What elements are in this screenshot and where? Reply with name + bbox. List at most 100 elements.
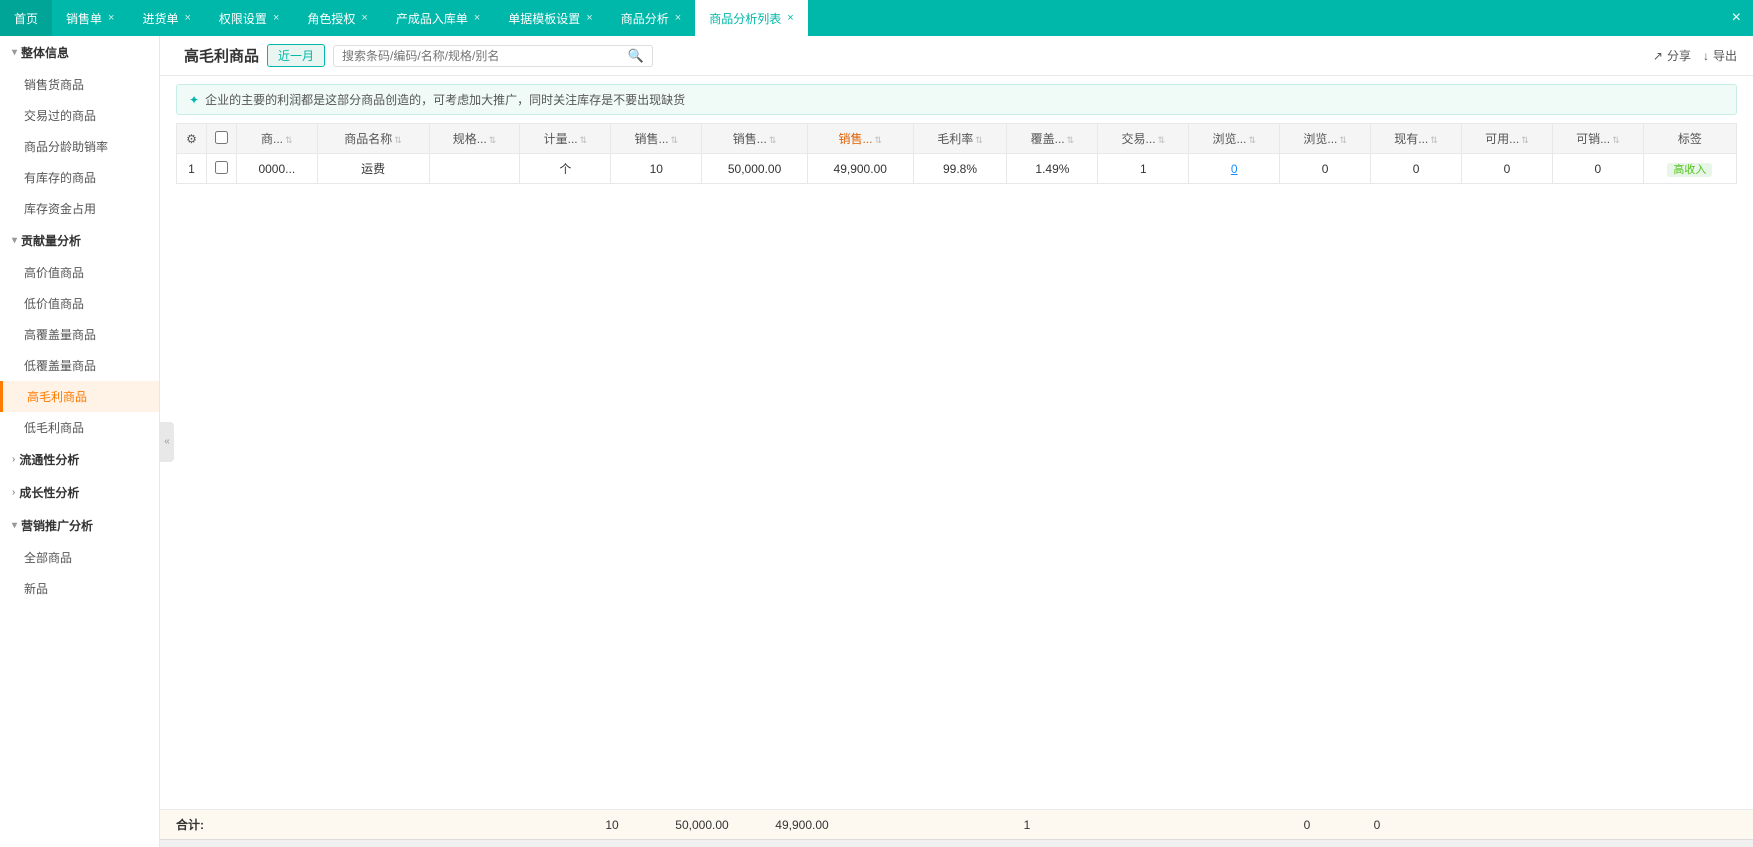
row-sales-profit: 49,900.00 bbox=[807, 154, 913, 184]
col-current-stock[interactable]: 现有...⇅ bbox=[1371, 124, 1462, 154]
footer-transaction: 1 bbox=[992, 818, 1062, 832]
sidebar-item-all-goods[interactable]: 全部商品 bbox=[0, 542, 159, 573]
sidebar-item-sales-goods[interactable]: 销售货商品 bbox=[0, 69, 159, 100]
footer-sales-profit: 49,900.00 bbox=[752, 818, 852, 832]
nav-sales-close[interactable]: × bbox=[108, 12, 114, 24]
info-text: 企业的主要的利润都是这部分商品创造的，可考虑加大推广，同时关注库存是不要出现缺货 bbox=[205, 91, 685, 108]
row-select-checkbox[interactable] bbox=[215, 161, 228, 174]
footer-available: 0 bbox=[1272, 818, 1342, 832]
row-sellable: 0 bbox=[1552, 154, 1643, 184]
col-tag[interactable]: 标签 bbox=[1643, 124, 1736, 154]
sidebar-item-high-margin[interactable]: 高毛利商品 bbox=[0, 381, 159, 412]
sidebar-item-low-margin[interactable]: 低毛利商品 bbox=[0, 412, 159, 443]
arrow-marketing: ▾ bbox=[12, 520, 17, 531]
col-coverage[interactable]: 覆盖...⇅ bbox=[1007, 124, 1098, 154]
sidebar-item-stock-capital[interactable]: 库存资金占用 bbox=[0, 193, 159, 224]
col-code[interactable]: 商...⇅ bbox=[237, 124, 318, 154]
nav-goods-analysis[interactable]: 商品分析 × bbox=[607, 0, 695, 36]
nav-product-close[interactable]: × bbox=[474, 12, 480, 24]
sidebar-item-high-value[interactable]: 高价值商品 bbox=[0, 257, 159, 288]
tag-badge: 高收入 bbox=[1667, 163, 1712, 177]
nav-permission[interactable]: 权限设置 × bbox=[205, 0, 293, 36]
nav-sales[interactable]: 销售单 × bbox=[52, 0, 128, 36]
info-icon: ✦ bbox=[189, 93, 199, 107]
col-sales-profit[interactable]: 销售...⇅ bbox=[807, 124, 913, 154]
sidebar-group-growth[interactable]: › 成长性分析 bbox=[0, 476, 159, 509]
sidebar-item-low-coverage[interactable]: 低覆盖量商品 bbox=[0, 350, 159, 381]
sidebar-item-stock-goods[interactable]: 有库存的商品 bbox=[0, 162, 159, 193]
footer-sellable: 0 bbox=[1342, 818, 1412, 832]
export-button[interactable]: ↓ 导出 bbox=[1703, 47, 1737, 64]
col-view2[interactable]: 浏览...⇅ bbox=[1280, 124, 1371, 154]
row-sales-amount: 50,000.00 bbox=[702, 154, 808, 184]
row-view1[interactable]: 0 bbox=[1189, 154, 1280, 184]
time-filter-button[interactable]: 近一月 bbox=[267, 44, 325, 67]
nav-template[interactable]: 单据模板设置 × bbox=[494, 0, 606, 36]
export-icon: ↓ bbox=[1703, 49, 1709, 63]
select-all-checkbox[interactable] bbox=[215, 131, 228, 144]
nav-close-all-button[interactable]: × bbox=[1720, 0, 1753, 36]
row-coverage: 1.49% bbox=[1007, 154, 1098, 184]
col-available[interactable]: 可用...⇅ bbox=[1462, 124, 1553, 154]
nav-goods-analysis-list[interactable]: 商品分析列表 × bbox=[695, 0, 807, 36]
share-icon: ↗ bbox=[1653, 49, 1663, 63]
nav-role-close[interactable]: × bbox=[361, 12, 367, 24]
col-checkbox[interactable] bbox=[207, 124, 237, 154]
bottom-scrollbar[interactable] bbox=[160, 839, 1753, 847]
content-area: « 高毛利商品 近一月 🔍 ↗ 分享 ↓ 导出 ✦ 企 bbox=[160, 36, 1753, 847]
sidebar-item-new-goods[interactable]: 新品 bbox=[0, 573, 159, 604]
col-transaction[interactable]: 交易...⇅ bbox=[1098, 124, 1189, 154]
row-code: 0000... bbox=[237, 154, 318, 184]
sidebar-group-liquidity[interactable]: › 流通性分析 bbox=[0, 443, 159, 476]
row-view1-link[interactable]: 0 bbox=[1231, 162, 1238, 176]
sidebar-item-age-rate[interactable]: 商品分龄助销率 bbox=[0, 131, 159, 162]
content-header: 高毛利商品 近一月 🔍 ↗ 分享 ↓ 导出 bbox=[160, 36, 1753, 76]
search-icon[interactable]: 🔍 bbox=[628, 48, 644, 64]
search-input[interactable] bbox=[342, 49, 628, 63]
row-view2: 0 bbox=[1280, 154, 1371, 184]
col-sellable[interactable]: 可销...⇅ bbox=[1552, 124, 1643, 154]
row-tag: 高收入 bbox=[1643, 154, 1736, 184]
nav-purchase[interactable]: 进货单 × bbox=[128, 0, 204, 36]
col-name[interactable]: 商品名称⇅ bbox=[317, 124, 429, 154]
nav-role[interactable]: 角色授权 × bbox=[293, 0, 381, 36]
sidebar-item-low-value[interactable]: 低价值商品 bbox=[0, 288, 159, 319]
main-layout: ▾ 整体信息 销售货商品 交易过的商品 商品分龄助销率 有库存的商品 库存资金占… bbox=[0, 36, 1753, 847]
row-index: 1 bbox=[177, 154, 207, 184]
sidebar-item-traded-goods[interactable]: 交易过的商品 bbox=[0, 100, 159, 131]
nav-purchase-close[interactable]: × bbox=[184, 12, 190, 24]
nav-permission-close[interactable]: × bbox=[273, 12, 279, 24]
row-current-stock: 0 bbox=[1371, 154, 1462, 184]
col-sales-amount[interactable]: 销售...⇅ bbox=[702, 124, 808, 154]
col-sales-count[interactable]: 销售...⇅ bbox=[611, 124, 702, 154]
nav-goods-close[interactable]: × bbox=[675, 12, 681, 24]
footer-total-bar: 合计: 10 50,000.00 49,900.00 1 0 0 bbox=[160, 809, 1753, 839]
nav-product-inbound[interactable]: 产成品入库单 × bbox=[382, 0, 494, 36]
row-checkbox[interactable] bbox=[207, 154, 237, 184]
top-nav: 首页 销售单 × 进货单 × 权限设置 × 角色授权 × 产成品入库单 × 单据… bbox=[0, 0, 1753, 36]
row-gross-margin: 99.8% bbox=[913, 154, 1007, 184]
footer-label: 合计: bbox=[176, 816, 204, 833]
search-box: 🔍 bbox=[333, 45, 653, 67]
nav-home[interactable]: 首页 bbox=[0, 0, 52, 36]
col-settings[interactable]: ⚙ bbox=[177, 124, 207, 154]
row-sales-count: 10 bbox=[611, 154, 702, 184]
header-actions: ↗ 分享 ↓ 导出 bbox=[1653, 47, 1737, 64]
sidebar-collapse-button[interactable]: « bbox=[160, 422, 174, 462]
col-unit[interactable]: 计量...⇅ bbox=[520, 124, 611, 154]
nav-template-close[interactable]: × bbox=[586, 12, 592, 24]
col-view1[interactable]: 浏览...⇅ bbox=[1189, 124, 1280, 154]
share-button[interactable]: ↗ 分享 bbox=[1653, 47, 1691, 64]
sidebar-item-high-coverage[interactable]: 高覆盖量商品 bbox=[0, 319, 159, 350]
arrow-contribution: ▾ bbox=[12, 235, 17, 246]
footer-sales-amount: 50,000.00 bbox=[652, 818, 752, 832]
row-spec bbox=[429, 154, 520, 184]
col-gross-margin[interactable]: 毛利率⇅ bbox=[913, 124, 1007, 154]
sidebar-group-contribution[interactable]: ▾ 贡献量分析 bbox=[0, 224, 159, 257]
sidebar-group-marketing[interactable]: ▾ 营销推广分析 bbox=[0, 509, 159, 542]
col-spec[interactable]: 规格...⇅ bbox=[429, 124, 520, 154]
page-title: 高毛利商品 bbox=[184, 45, 259, 66]
sidebar-group-overall[interactable]: ▾ 整体信息 bbox=[0, 36, 159, 69]
nav-goods-list-close[interactable]: × bbox=[787, 12, 793, 24]
arrow-liquidity: › bbox=[12, 454, 15, 465]
